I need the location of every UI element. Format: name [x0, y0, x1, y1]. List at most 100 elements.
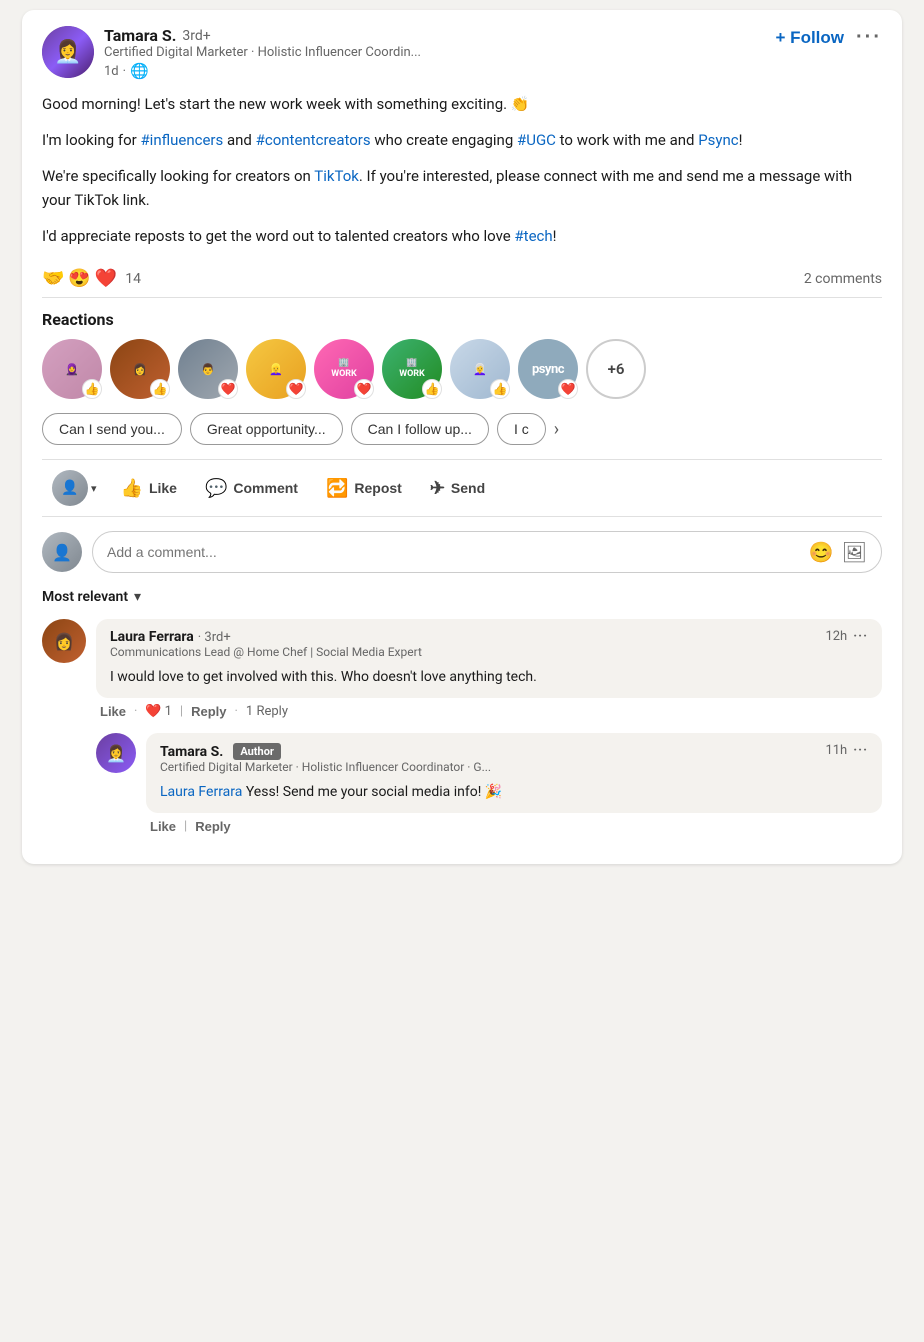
- reply-author-block: Tamara S. Author Certified Digital Marke…: [160, 743, 491, 780]
- post-meta: 1d · 🌐: [104, 62, 421, 80]
- reply-like-button[interactable]: Like: [150, 819, 176, 834]
- hashtag-influencers[interactable]: #influencers: [140, 131, 223, 149]
- quick-reply-1[interactable]: Can I send you...: [42, 413, 182, 445]
- current-user-avatar: 👤: [52, 470, 88, 506]
- reply-time: 11h: [825, 743, 847, 758]
- reaction-avatar-7[interactable]: 👩‍🦳 👍: [450, 339, 510, 399]
- reply-author-name[interactable]: Tamara S.: [160, 744, 223, 760]
- author-degree: 3rd+: [182, 28, 210, 44]
- comment-1-actions: Like · ❤️ 1 | Reply · 1 Reply: [96, 704, 882, 719]
- author-title: Certified Digital Marketer · Holistic In…: [104, 45, 421, 60]
- repost-button[interactable]: 🔁 Repost: [312, 470, 416, 507]
- quick-reply-4[interactable]: I c: [497, 413, 546, 445]
- like-button[interactable]: 👍 Like: [107, 470, 191, 507]
- reply-bubble: Tamara S. Author Certified Digital Marke…: [146, 733, 882, 813]
- reaction-avatar-5[interactable]: 🏢WORK ❤️: [314, 339, 374, 399]
- link-psync[interactable]: Psync: [698, 131, 738, 149]
- hashtag-ugc[interactable]: #UGC: [517, 131, 556, 149]
- comment-1-reply-button[interactable]: Reply: [191, 704, 226, 719]
- reply-avatar[interactable]: 👩‍💼: [96, 733, 136, 773]
- more-reactions-button[interactable]: +6: [586, 339, 646, 399]
- like-label: Like: [149, 480, 177, 496]
- reactions-section: Reactions 🧕 👍 👩 👍 👨 ❤️ 👱‍♀️ ❤️ 🏢WORK ❤️: [42, 310, 882, 399]
- comment-1: 👩 Laura Ferrara · 3rd+ Communications Le…: [42, 619, 882, 719]
- comments-count[interactable]: 2 comments: [804, 271, 882, 287]
- comment-1-more-button[interactable]: ···: [853, 629, 868, 644]
- reactions-bar: 🤝 😍 ❤️ 14 2 comments: [42, 260, 882, 298]
- reply-mention[interactable]: Laura Ferrara: [160, 784, 242, 800]
- sort-arrow-icon[interactable]: ▾: [134, 589, 141, 605]
- repost-icon: 🔁: [326, 478, 348, 499]
- reply-reply-button[interactable]: Reply: [195, 819, 230, 834]
- image-icon[interactable]: 🖼: [842, 540, 867, 564]
- comment-1-text: I would love to get involved with this. …: [110, 667, 868, 688]
- comment-1-body: Laura Ferrara · 3rd+ Communications Lead…: [96, 619, 882, 719]
- reaction-avatar-1[interactable]: 🧕 👍: [42, 339, 102, 399]
- reaction-badge-2: 👍: [150, 379, 170, 399]
- link-tiktok[interactable]: TikTok: [314, 167, 359, 185]
- post-line-1: Good morning! Let's start the new work w…: [42, 92, 882, 116]
- separator: ·: [123, 64, 126, 79]
- reply-text: Laura Ferrara Yess! Send me your social …: [160, 782, 868, 803]
- dropdown-arrow-icon: ▾: [91, 482, 97, 495]
- reaction-badge-6: 👍: [422, 379, 442, 399]
- comment-1-author-name[interactable]: Laura Ferrara: [110, 629, 194, 645]
- comment-label: Comment: [233, 480, 298, 496]
- emoji-icon[interactable]: 😊: [809, 540, 834, 564]
- author-name[interactable]: Tamara S.: [104, 26, 176, 45]
- comment-1-degree: · 3rd+: [198, 630, 231, 645]
- reaction-avatar-8[interactable]: psync ❤️: [518, 339, 578, 399]
- reply-body: Tamara S. Author Certified Digital Marke…: [146, 733, 882, 834]
- reaction-avatar-6[interactable]: 🏢WORK 👍: [382, 339, 442, 399]
- author-info: 👩‍💼 Tamara S. 3rd+ Certified Digital Mar…: [42, 26, 421, 80]
- reaction-emoji-3: ❤️: [95, 268, 117, 289]
- reaction-avatar-3[interactable]: 👨 ❤️: [178, 339, 238, 399]
- comment-1-title: Communications Lead @ Home Chef | Social…: [110, 645, 422, 659]
- comment-1-reaction: ❤️ 1: [145, 704, 172, 719]
- post-line-3: We're specifically looking for creators …: [42, 164, 882, 212]
- quick-reply-3[interactable]: Can I follow up...: [351, 413, 489, 445]
- reaction-avatar-4[interactable]: 👱‍♀️ ❤️: [246, 339, 306, 399]
- more-button[interactable]: ···: [856, 26, 882, 49]
- post-time: 1d: [104, 64, 119, 79]
- repost-label: Repost: [354, 480, 401, 496]
- comment-1-like-button[interactable]: Like: [100, 704, 126, 719]
- commenter-avatar: 👤: [42, 532, 82, 572]
- comment-1-avatar[interactable]: 👩: [42, 619, 86, 663]
- reaction-badge-1: 👍: [82, 379, 102, 399]
- post-line-2: I'm looking for #influencers and #conten…: [42, 128, 882, 152]
- comment-button[interactable]: 💬 Comment: [191, 470, 312, 507]
- reaction-count[interactable]: 14: [125, 271, 141, 287]
- post-content: Good morning! Let's start the new work w…: [42, 92, 882, 248]
- send-label: Send: [451, 480, 485, 496]
- reaction-badge-8: ❤️: [558, 379, 578, 399]
- reaction-badge-5: ❤️: [354, 379, 374, 399]
- author-avatar[interactable]: 👩‍💼: [42, 26, 94, 78]
- comment-1-header: Laura Ferrara · 3rd+ Communications Lead…: [110, 629, 868, 665]
- reaction-badge-7: 👍: [490, 379, 510, 399]
- hashtag-tech[interactable]: #tech: [514, 227, 552, 245]
- comment-1-time-more: 12h ···: [825, 629, 868, 644]
- author-badge: Author: [233, 743, 281, 760]
- hashtag-contentcreators[interactable]: #contentcreators: [256, 131, 371, 149]
- reaction-emoji-1: 🤝: [42, 268, 64, 289]
- reaction-badge-4: ❤️: [286, 379, 306, 399]
- comment-icon: 💬: [205, 478, 227, 499]
- quick-reply-2[interactable]: Great opportunity...: [190, 413, 343, 445]
- comment-input[interactable]: [107, 544, 801, 560]
- reply-title: Certified Digital Marketer · Holistic In…: [160, 760, 491, 774]
- send-button[interactable]: ✈ Send: [416, 470, 499, 507]
- reaction-avatar-2[interactable]: 👩 👍: [110, 339, 170, 399]
- avatar-dropdown[interactable]: 👤 ▾: [42, 464, 107, 512]
- follow-button[interactable]: + Follow: [776, 28, 844, 48]
- comment-1-reaction-emoji: ❤️: [145, 704, 161, 719]
- reaction-emoji-2: 😍: [68, 268, 90, 289]
- reply-more-button[interactable]: ···: [853, 743, 868, 758]
- chevron-right-icon[interactable]: ›: [554, 419, 559, 440]
- comment-1-author-block: Laura Ferrara · 3rd+ Communications Lead…: [110, 629, 422, 665]
- reactions-title: Reactions: [42, 310, 882, 329]
- send-icon: ✈: [430, 478, 445, 499]
- reply-time-more: 11h ···: [825, 743, 868, 758]
- comment-1-replies-count[interactable]: 1 Reply: [246, 704, 288, 719]
- reaction-badge-3: ❤️: [218, 379, 238, 399]
